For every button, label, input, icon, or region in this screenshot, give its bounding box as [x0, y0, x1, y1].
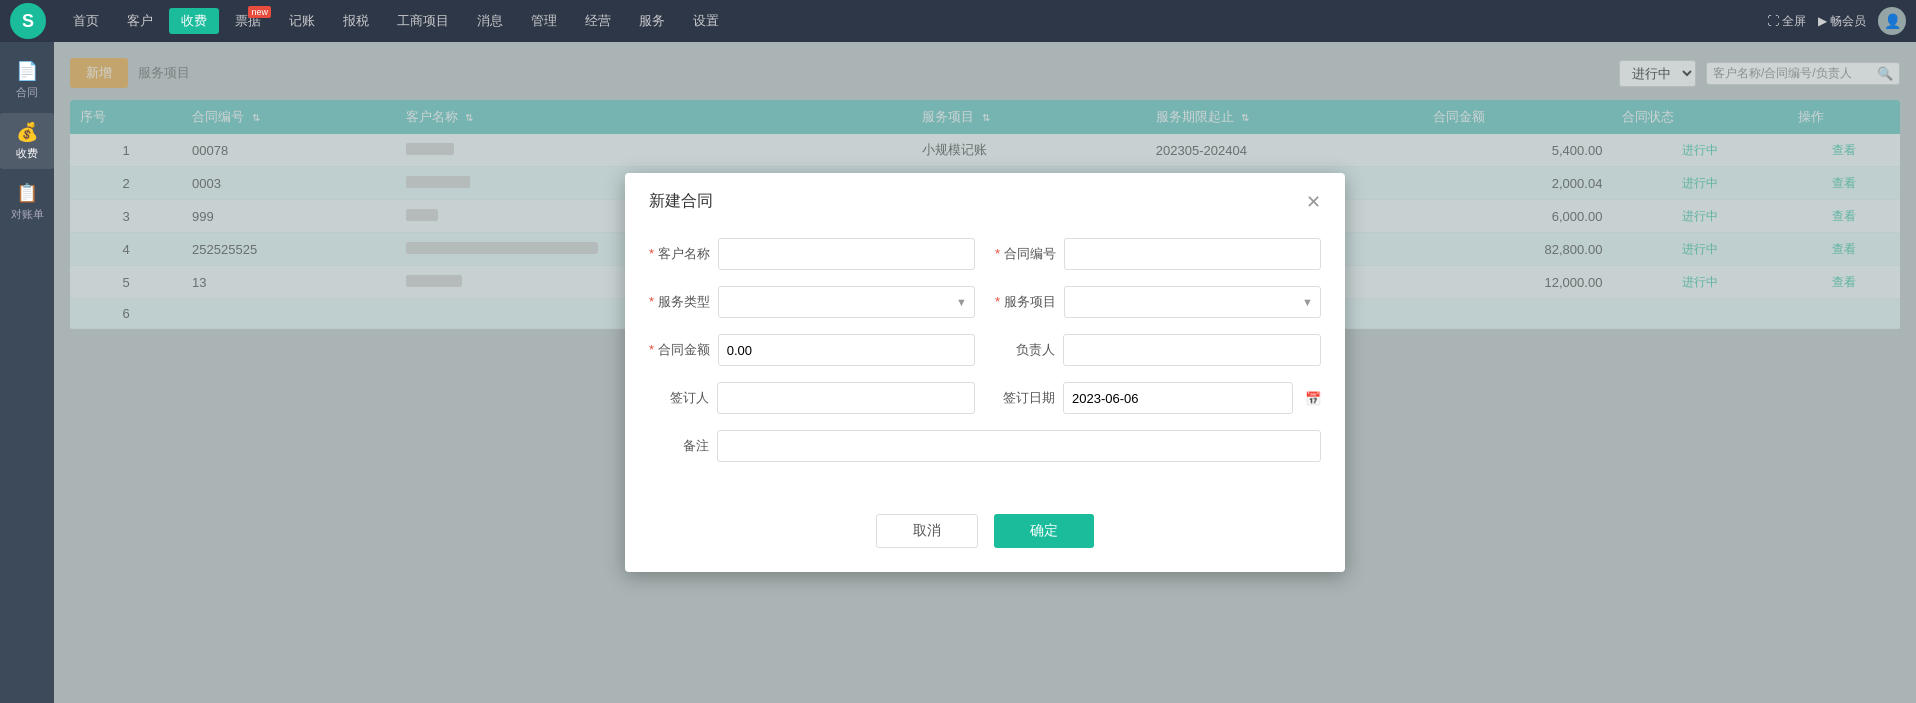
nav-home[interactable]: 首页 — [61, 8, 111, 34]
nav-operation[interactable]: 经营 — [573, 8, 623, 34]
main-layout: 📄 合同 💰 收费 📋 对账单 新增 服务项目 进行中 已完成 已终止 🔍 — [0, 42, 1916, 703]
form-group-amount: 合同金额 0.00 — [649, 334, 975, 366]
signer-input[interactable] — [717, 382, 975, 414]
contract-icon: 📄 — [16, 60, 38, 82]
content-area: 新增 服务项目 进行中 已完成 已终止 🔍 序号 合同编号 ⇅ 客户名称 ⇅ 服… — [54, 42, 1916, 703]
sidebar: 📄 合同 💰 收费 📋 对账单 — [0, 42, 54, 703]
customer-input[interactable] — [718, 238, 975, 270]
statement-icon: 📋 — [16, 182, 38, 204]
nav-business[interactable]: 工商项目 — [385, 8, 461, 34]
contract-no-label: 合同编号 — [995, 245, 1056, 263]
form-row-3: 合同金额 0.00 负责人 — [649, 334, 1321, 366]
form-group-contract-no: 合同编号 — [995, 238, 1321, 270]
form-group-customer: 客户名称 — [649, 238, 975, 270]
form-group-sign-date: 签订日期 2023-06-06 📅 — [995, 382, 1321, 414]
service-type-select[interactable] — [718, 286, 975, 318]
logo-icon: S — [10, 3, 46, 39]
new-contract-modal: 新建合同 ✕ 客户名称 合同编号 — [625, 173, 1345, 572]
modal-overlay: 新建合同 ✕ 客户名称 合同编号 — [54, 42, 1916, 703]
nav-settings[interactable]: 设置 — [681, 8, 731, 34]
form-group-person: 负责人 — [995, 334, 1321, 366]
remark-input[interactable] — [717, 430, 1321, 462]
modal-body: 客户名称 合同编号 服务类型 ▼ — [625, 222, 1345, 502]
nav-service[interactable]: 服务 — [627, 8, 677, 34]
nav-manage[interactable]: 管理 — [519, 8, 569, 34]
form-group-service-type: 服务类型 ▼ — [649, 286, 975, 318]
service-item-label: 服务项目 — [995, 293, 1056, 311]
amount-input[interactable]: 0.00 — [718, 334, 975, 366]
form-group-service-item: 服务项目 ▼ — [995, 286, 1321, 318]
nav-customer[interactable]: 客户 — [115, 8, 165, 34]
service-type-select-wrap: ▼ — [718, 286, 975, 318]
modal-close-button[interactable]: ✕ — [1306, 193, 1321, 211]
sidebar-item-statement[interactable]: 📋 对账单 — [0, 174, 54, 230]
sign-date-input[interactable]: 2023-06-06 — [1063, 382, 1293, 414]
amount-label: 合同金额 — [649, 341, 710, 359]
nav-tax[interactable]: 报税 — [331, 8, 381, 34]
form-row-4: 签订人 签订日期 2023-06-06 📅 — [649, 382, 1321, 414]
member-icon: ▶ — [1818, 14, 1827, 28]
cancel-button[interactable]: 取消 — [876, 514, 978, 548]
service-type-label: 服务类型 — [649, 293, 710, 311]
confirm-button[interactable]: 确定 — [994, 514, 1094, 548]
top-nav-right: ⛶ 全屏 ▶ 畅会员 👤 — [1767, 7, 1906, 35]
sidebar-item-billing[interactable]: 💰 收费 — [0, 113, 54, 169]
person-input[interactable] — [1063, 334, 1321, 366]
form-row-1: 客户名称 合同编号 — [649, 238, 1321, 270]
service-item-select[interactable] — [1064, 286, 1321, 318]
customer-label: 客户名称 — [649, 245, 710, 263]
nav-items: 首页 客户 收费 票据 new 记账 报税 工商项目 消息 管理 经营 服务 设… — [61, 8, 1767, 34]
nav-message[interactable]: 消息 — [465, 8, 515, 34]
person-label: 负责人 — [995, 341, 1055, 359]
fullscreen-icon: ⛶ — [1767, 14, 1779, 28]
top-nav: S 首页 客户 收费 票据 new 记账 报税 工商项目 消息 管理 经营 服务… — [0, 0, 1916, 42]
calendar-icon[interactable]: 📅 — [1305, 391, 1321, 406]
modal-title: 新建合同 — [649, 191, 713, 212]
nav-bookkeeping[interactable]: 记账 — [277, 8, 327, 34]
modal-footer: 取消 确定 — [625, 502, 1345, 572]
signer-label: 签订人 — [649, 389, 709, 407]
modal-header: 新建合同 ✕ — [625, 173, 1345, 222]
new-badge: new — [248, 6, 271, 18]
remark-label: 备注 — [649, 437, 709, 455]
nav-billing[interactable]: 收费 — [169, 8, 219, 34]
billing-icon: 💰 — [16, 121, 38, 143]
sidebar-item-contract[interactable]: 📄 合同 — [0, 52, 54, 108]
contract-no-input[interactable] — [1064, 238, 1321, 270]
nav-invoice[interactable]: 票据 new — [223, 8, 273, 34]
sign-date-label: 签订日期 — [995, 389, 1055, 407]
form-group-remark: 备注 — [649, 430, 1321, 462]
form-group-signer: 签订人 — [649, 382, 975, 414]
form-row-2: 服务类型 ▼ 服务项目 ▼ — [649, 286, 1321, 318]
member-button[interactable]: ▶ 畅会员 — [1818, 13, 1866, 30]
service-item-select-wrap: ▼ — [1064, 286, 1321, 318]
fullscreen-button[interactable]: ⛶ 全屏 — [1767, 13, 1806, 30]
avatar[interactable]: 👤 — [1878, 7, 1906, 35]
form-row-5: 备注 — [649, 430, 1321, 462]
